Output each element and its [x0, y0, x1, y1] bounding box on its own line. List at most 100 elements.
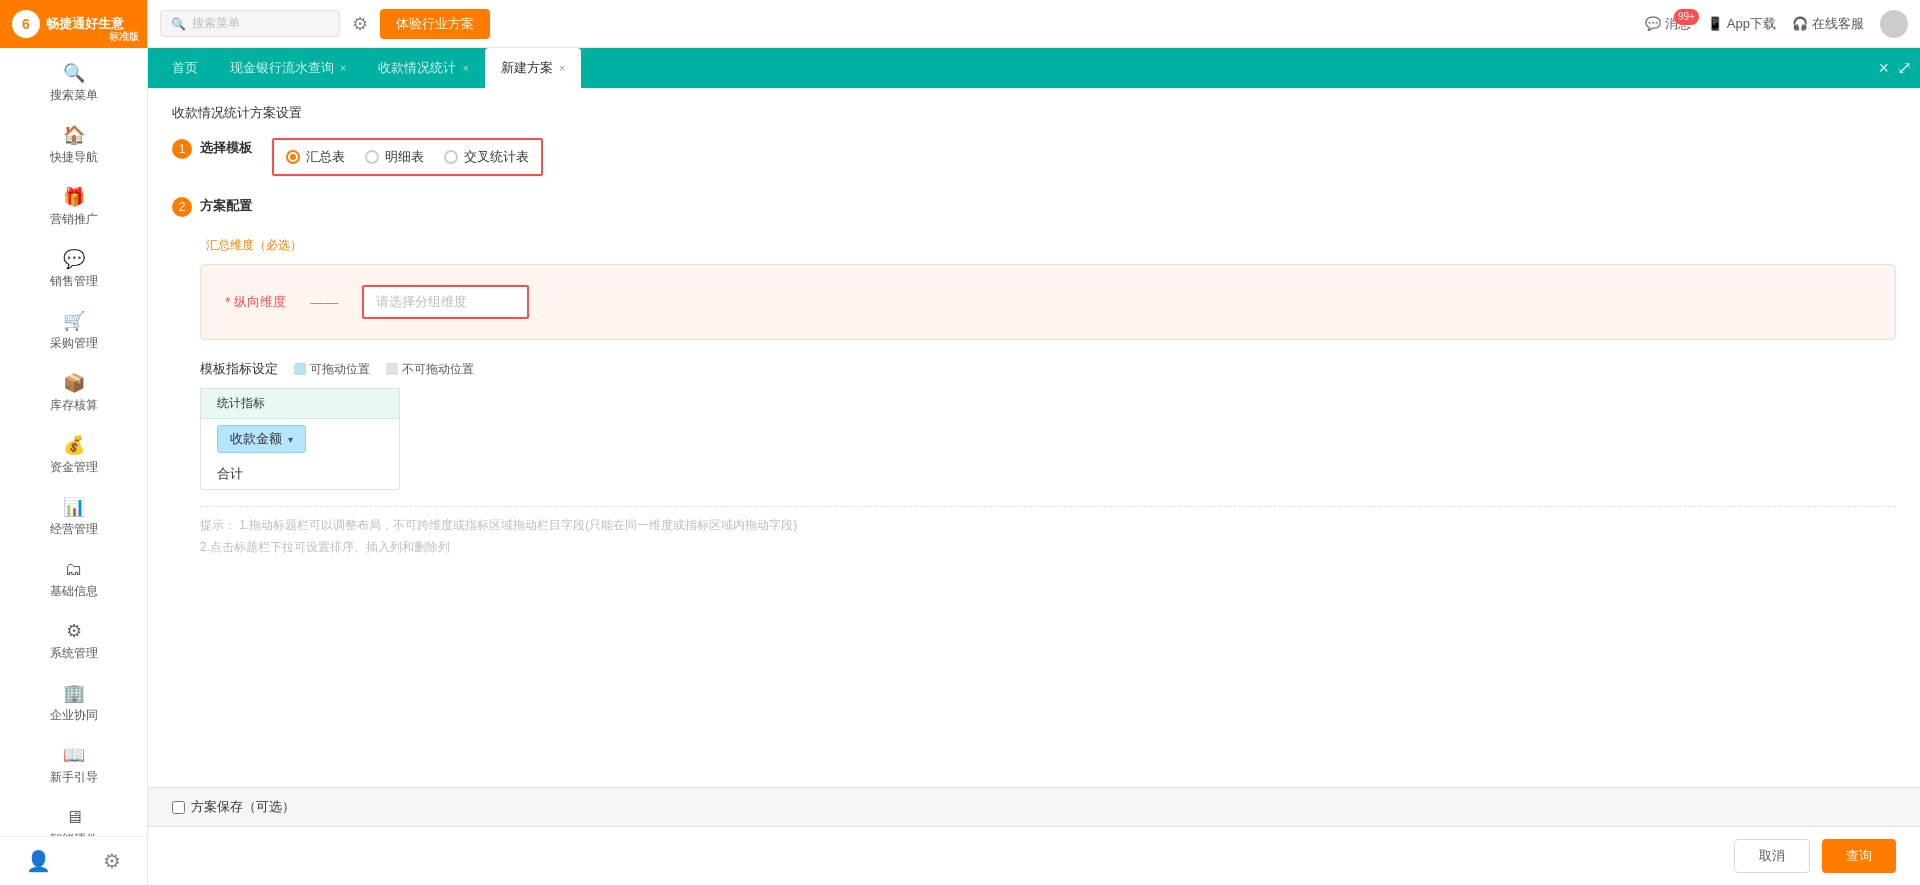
purchase-icon: 🛒 — [63, 310, 85, 332]
indicator-row-total: 合计 — [217, 465, 243, 483]
download-icon: 📱 — [1707, 16, 1723, 31]
section2-num: 2 — [172, 197, 192, 217]
sidebar-item-inventory[interactable]: 📦 库存核算 — [0, 362, 147, 424]
search-box[interactable]: 🔍 搜索菜单 — [160, 10, 340, 37]
sidebar-item-quick-nav-label: 快捷导航 — [50, 149, 98, 166]
settings-icon: ⚙ — [103, 849, 121, 873]
tab-new-scheme[interactable]: 新建方案 × — [485, 48, 581, 88]
radio-detail-label: 明细表 — [385, 148, 424, 166]
radio-summary[interactable]: 汇总表 — [286, 148, 345, 166]
dimension-section-title: 汇总维度（必选） — [200, 237, 1896, 254]
avatar-icon: 👤 — [26, 849, 51, 873]
save-option[interactable]: 方案保存（可选） — [172, 798, 295, 816]
tab-cash-flow-label: 现金银行流水查询 — [230, 59, 334, 77]
tab-payment-stat-close[interactable]: × — [462, 63, 468, 74]
bottom-bar: 方案保存（可选） — [148, 787, 1920, 826]
sidebar-item-management-label: 经营管理 — [50, 521, 98, 538]
dimension-area: 纵向维度 —— 请选择分组维度 — [200, 264, 1896, 340]
logo-icon: 6 — [12, 10, 40, 38]
sidebar-item-sales[interactable]: 💬 销售管理 — [0, 238, 147, 300]
tab-maximize-icon[interactable]: ⤢ — [1897, 57, 1912, 79]
sidebar-bottom-item1[interactable]: 👤 — [18, 845, 59, 877]
section1-title: 选择模板 — [200, 139, 252, 157]
sidebar-item-finance-label: 资金管理 — [50, 459, 98, 476]
dimension-row: 纵向维度 —— 请选择分组维度 — [225, 285, 1871, 319]
sidebar: 6 畅捷通好生意 标准版 🔍 搜索菜单 🏠 快捷导航 🎁 营销推广 💬 销售管理… — [0, 0, 148, 885]
service-item[interactable]: 🎧 在线客服 — [1792, 15, 1864, 33]
radio-summary-circle — [286, 150, 300, 164]
management-icon: 📊 — [63, 496, 85, 518]
indicator-section-title: 模板指标设定 — [200, 360, 278, 378]
sidebar-item-search[interactable]: 🔍 搜索菜单 — [0, 52, 147, 114]
tab-close-icon[interactable]: × — [1878, 58, 1889, 79]
service-label: 在线客服 — [1812, 15, 1864, 33]
indicator-tag-label: 收款金额 — [230, 430, 282, 448]
config-section: 汇总维度（必选） 纵向维度 —— 请选择分组维度 模板指标设定 — [200, 237, 1896, 566]
tab-home-label: 首页 — [172, 59, 198, 77]
tabs-bar: 首页 现金银行流水查询 × 收款情况统计 × 新建方案 × × ⤢ — [148, 48, 1920, 88]
sidebar-item-finance[interactable]: 💰 资金管理 — [0, 424, 147, 486]
tab-home[interactable]: 首页 — [156, 48, 214, 88]
sidebar-item-purchase[interactable]: 🛒 采购管理 — [0, 300, 147, 362]
sidebar-item-management[interactable]: 📊 经营管理 — [0, 486, 147, 548]
enterprise-icon: 🏢 — [63, 682, 85, 704]
page-header-title: 收款情况统计方案设置 — [172, 104, 1896, 122]
indicator-table-header: 统计指标 — [201, 389, 399, 419]
system-icon: ⚙ — [63, 620, 85, 642]
message-badge: 99+ — [1674, 9, 1699, 25]
tabs-controls: × ⤢ — [1878, 57, 1912, 79]
finance-icon: 💰 — [63, 434, 85, 456]
home-icon: 🏠 — [63, 124, 85, 146]
user-avatar[interactable] — [1880, 10, 1908, 38]
sidebar-nav: 🔍 搜索菜单 🏠 快捷导航 🎁 营销推广 💬 销售管理 🛒 采购管理 📦 库存核… — [0, 48, 147, 836]
radio-group: 汇总表 明细表 交叉统计表 — [286, 148, 529, 166]
save-option-label: 方案保存（可选） — [191, 798, 295, 816]
sidebar-logo: 6 畅捷通好生意 标准版 — [0, 0, 147, 48]
radio-summary-label: 汇总表 — [306, 148, 345, 166]
section-template: 1 选择模板 汇总表 明细表 交叉统计表 — [172, 138, 1896, 176]
sidebar-item-enterprise[interactable]: 🏢 企业协同 — [0, 672, 147, 734]
cancel-button[interactable]: 取消 — [1734, 839, 1810, 873]
dimension-placeholder: 请选择分组维度 — [376, 294, 467, 309]
sidebar-item-quick-nav[interactable]: 🏠 快捷导航 — [0, 114, 147, 176]
tab-cash-flow[interactable]: 现金银行流水查询 × — [214, 48, 362, 88]
message-item[interactable]: 💬 消息 99+ — [1645, 15, 1691, 33]
section1-num: 1 — [172, 139, 192, 159]
search-icon-topbar: 🔍 — [171, 17, 186, 31]
sidebar-item-basic-info-label: 基础信息 — [50, 583, 98, 600]
tab-payment-stat[interactable]: 收款情况统计 × — [362, 48, 484, 88]
sidebar-item-guide[interactable]: 📖 新手引导 — [0, 734, 147, 796]
sidebar-item-hardware[interactable]: 🖥 智能硬件 — [0, 796, 147, 836]
content-card: 收款情况统计方案设置 1 选择模板 汇总表 明细表 — [148, 88, 1920, 787]
sidebar-bottom-item2[interactable]: ⚙ — [95, 845, 129, 877]
indicator-tag-payment[interactable]: 收款金额 ▾ — [217, 425, 306, 453]
tab-new-scheme-label: 新建方案 — [501, 59, 553, 77]
dimension-label: 纵向维度 — [225, 293, 286, 311]
tip-line1: 提示： 1.拖动标题栏可以调整布局，不可跨维度或指标区域拖动栏目字段(只能在同一… — [200, 515, 1896, 537]
settings-gear-icon[interactable]: ⚙ — [352, 13, 368, 35]
download-item[interactable]: 📱 App下载 — [1707, 15, 1776, 33]
guide-icon: 📖 — [63, 744, 85, 766]
radio-cross[interactable]: 交叉统计表 — [444, 148, 529, 166]
radio-detail[interactable]: 明细表 — [365, 148, 424, 166]
dimension-dropdown[interactable]: 请选择分组维度 — [362, 285, 529, 319]
footer-buttons: 取消 查询 — [148, 826, 1920, 885]
sidebar-item-inventory-label: 库存核算 — [50, 397, 98, 414]
tab-cash-flow-close[interactable]: × — [340, 63, 346, 74]
industry-btn[interactable]: 体验行业方案 — [380, 9, 490, 39]
section-config: 2 方案配置 — [172, 196, 1896, 217]
sidebar-item-sales-label: 销售管理 — [50, 273, 98, 290]
save-checkbox[interactable] — [172, 801, 185, 814]
tab-new-scheme-close[interactable]: × — [559, 63, 565, 74]
sidebar-item-basic-info[interactable]: 🗂 基础信息 — [0, 548, 147, 610]
sales-icon: 💬 — [63, 248, 85, 270]
sidebar-item-system[interactable]: ⚙ 系统管理 — [0, 610, 147, 672]
search-icon: 🔍 — [63, 62, 85, 84]
edition-badge: 标准版 — [109, 30, 139, 44]
sidebar-item-marketing[interactable]: 🎁 营销推广 — [0, 176, 147, 238]
search-placeholder-text: 搜索菜单 — [192, 15, 240, 32]
template-options-container: 汇总表 明细表 交叉统计表 — [272, 138, 543, 176]
service-icon: 🎧 — [1792, 16, 1808, 31]
inventory-icon: 📦 — [63, 372, 85, 394]
query-button[interactable]: 查询 — [1822, 839, 1896, 873]
